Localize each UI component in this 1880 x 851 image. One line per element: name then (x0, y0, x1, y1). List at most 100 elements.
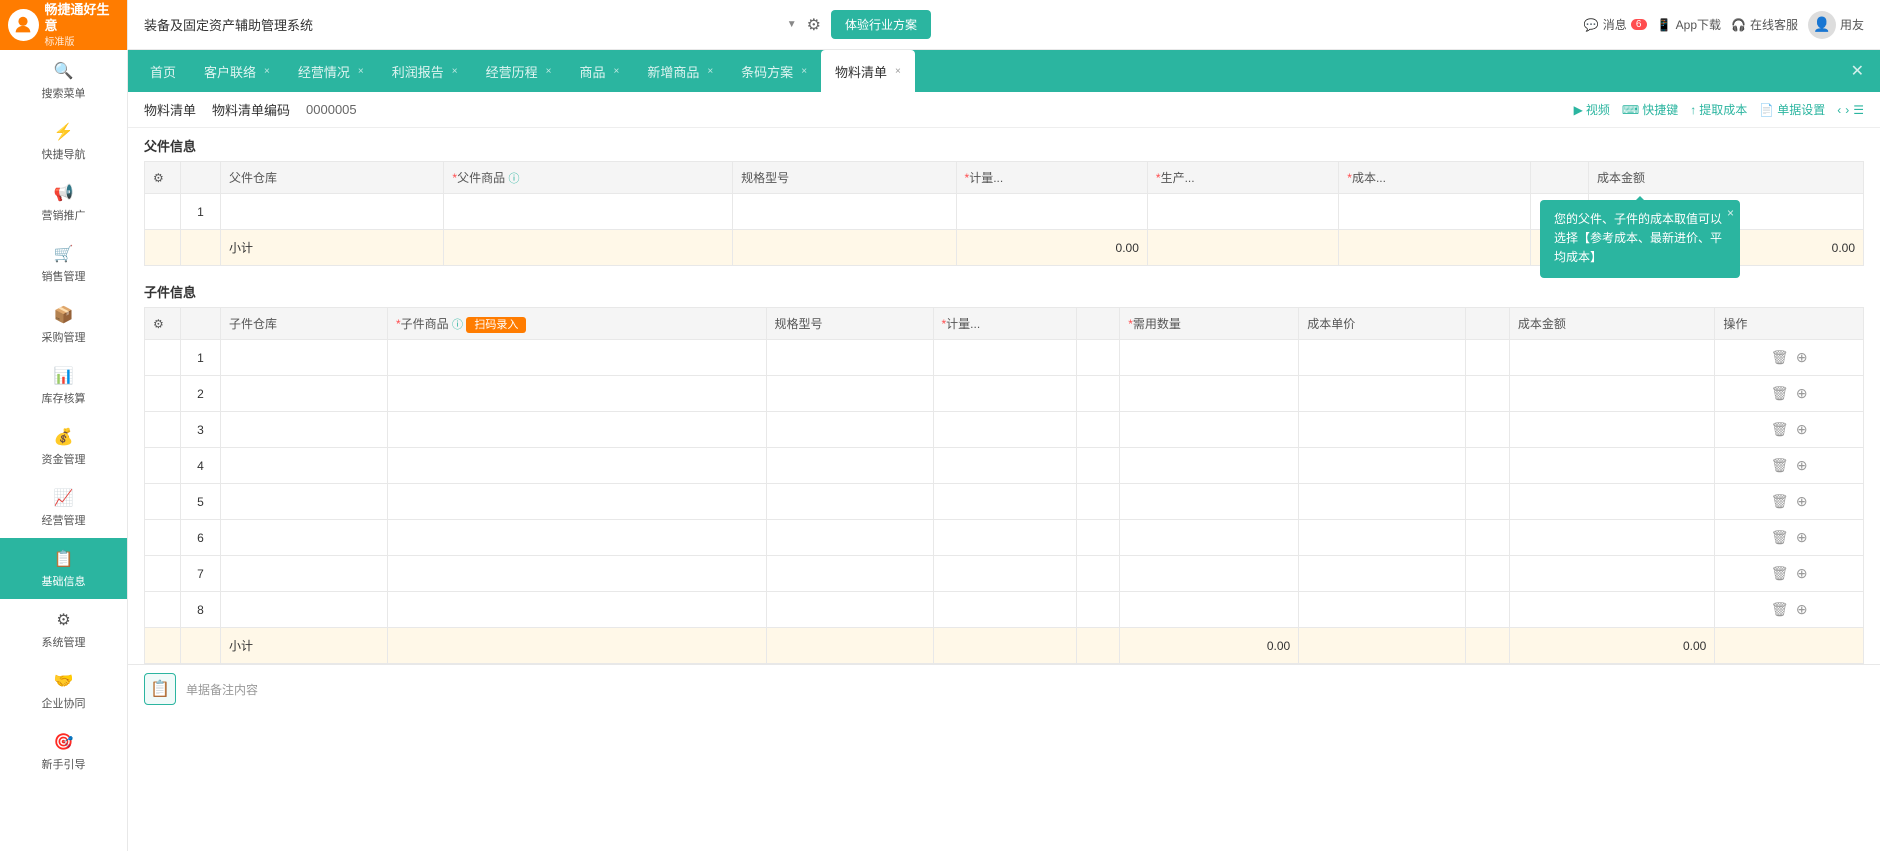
ctr6-measure[interactable] (933, 520, 1076, 556)
tab-profit[interactable]: 利润报告 × (378, 50, 472, 92)
tab-operations[interactable]: 经营情况 × (284, 50, 378, 92)
ctr5-goods[interactable] (388, 484, 767, 520)
tab-barcode[interactable]: 条码方案 × (727, 50, 821, 92)
sidebar-item-sales[interactable]: 🛒 销售管理 (0, 233, 127, 294)
tab-goods[interactable]: 商品 × (565, 50, 633, 92)
experience-button[interactable]: 体验行业方案 (831, 10, 931, 39)
ctr2-warehouse[interactable] (221, 376, 388, 412)
parent-row-1-production[interactable] (1147, 194, 1338, 230)
single-settings-action[interactable]: 📄 单据设置 (1759, 101, 1825, 118)
tab-customer[interactable]: 客户联络 × (190, 50, 284, 92)
tab-home[interactable]: 首页 (136, 50, 190, 92)
sidebar-item-quicknav[interactable]: ⚡ 快捷导航 (0, 111, 127, 172)
tab-history[interactable]: 经营历程 × (472, 50, 566, 92)
ctr8-goods[interactable] (388, 592, 767, 628)
ctr4-delete[interactable]: 🗑 (1771, 457, 1789, 473)
ctr7-copy[interactable]: ⊕ (1796, 565, 1808, 581)
ctr5-warehouse[interactable] (221, 484, 388, 520)
ctr4-warehouse[interactable] (221, 448, 388, 484)
ctr5-copy[interactable]: ⊕ (1796, 493, 1808, 509)
tab-history-close[interactable]: × (546, 66, 552, 77)
extract-cost-action[interactable]: ↑ 提取成本 (1690, 101, 1747, 118)
ctr2-copy[interactable]: ⊕ (1796, 385, 1808, 401)
sub-tab-bom-code[interactable]: 物料清单编码 (212, 100, 290, 119)
ctr1-unit-cost[interactable] (1299, 340, 1466, 376)
ctr5-measure[interactable] (933, 484, 1076, 520)
ctr7-goods[interactable] (388, 556, 767, 592)
ctr3-measure[interactable] (933, 412, 1076, 448)
ctr1-delete[interactable]: 🗑 (1771, 349, 1789, 365)
view-action[interactable]: ▶ 视频 (1574, 101, 1610, 118)
ctr4-copy[interactable]: ⊕ (1796, 457, 1808, 473)
ctr3-delete[interactable]: 🗑 (1771, 421, 1789, 437)
ctr2-qty[interactable] (1120, 376, 1299, 412)
sidebar-item-purchase[interactable]: 📦 采购管理 (0, 294, 127, 355)
system-dropdown-arrow[interactable]: ▼ (787, 19, 797, 30)
nav-next[interactable]: › (1845, 103, 1849, 117)
tab-goods-close[interactable]: × (613, 66, 619, 77)
ctr7-warehouse[interactable] (221, 556, 388, 592)
ctr4-qty[interactable] (1120, 448, 1299, 484)
parent-row-1-goods[interactable] (444, 194, 733, 230)
sidebar-item-system[interactable]: ⚙ 系统管理 (0, 599, 127, 660)
ctr3-copy[interactable]: ⊕ (1796, 421, 1808, 437)
note-hint[interactable]: 单据备注内容 (186, 681, 258, 698)
sidebar-item-marketing[interactable]: 📢 营销推广 (0, 172, 127, 233)
tooltip-close[interactable]: × (1727, 204, 1734, 223)
ctr1-copy[interactable]: ⊕ (1796, 349, 1808, 365)
ctr5-qty[interactable] (1120, 484, 1299, 520)
ctr1-measure[interactable] (933, 340, 1076, 376)
parent-row-1-measure[interactable] (956, 194, 1147, 230)
parent-row-1-warehouse[interactable] (221, 194, 444, 230)
ctr4-measure[interactable] (933, 448, 1076, 484)
tab-new-goods[interactable]: 新增商品 × (633, 50, 727, 92)
ctr8-measure[interactable] (933, 592, 1076, 628)
ctr6-copy[interactable]: ⊕ (1796, 529, 1808, 545)
ctr7-delete[interactable]: 🗑 (1771, 565, 1789, 581)
ctr5-spec[interactable] (766, 484, 933, 520)
ctr2-goods[interactable] (388, 376, 767, 412)
ctr7-unit-cost[interactable] (1299, 556, 1466, 592)
ctr1-spec[interactable] (766, 340, 933, 376)
close-all-tabs[interactable]: ✕ (1843, 61, 1872, 81)
ctr4-unit-cost[interactable] (1299, 448, 1466, 484)
user-menu[interactable]: 👤 用友 (1808, 11, 1864, 39)
tab-profit-close[interactable]: × (452, 66, 458, 77)
tab-barcode-close[interactable]: × (801, 66, 807, 77)
ctr8-copy[interactable]: ⊕ (1796, 601, 1808, 617)
ctr6-unit-cost[interactable] (1299, 520, 1466, 556)
app-download-button[interactable]: 📱 App下载 (1657, 16, 1721, 33)
ctr4-goods[interactable] (388, 448, 767, 484)
ctr6-spec[interactable] (766, 520, 933, 556)
sidebar-item-inventory[interactable]: 📊 库存核算 (0, 355, 127, 416)
scan-button[interactable]: 扫码录入 (466, 317, 526, 333)
settings-icon[interactable]: ⚙ (807, 15, 821, 35)
tab-new-goods-close[interactable]: × (707, 66, 713, 77)
ctr2-delete[interactable]: 🗑 (1771, 385, 1789, 401)
sidebar-item-finance[interactable]: 💰 资金管理 (0, 416, 127, 477)
ctr7-qty[interactable] (1120, 556, 1299, 592)
message-button[interactable]: 💬 消息 6 (1584, 16, 1647, 33)
ctr8-spec[interactable] (766, 592, 933, 628)
ctr6-warehouse[interactable] (221, 520, 388, 556)
ctr4-spec[interactable] (766, 448, 933, 484)
sidebar-item-basics[interactable]: 📋 基础信息 (0, 538, 127, 599)
ctr3-spec[interactable] (766, 412, 933, 448)
ctr6-goods[interactable] (388, 520, 767, 556)
ctr2-measure[interactable] (933, 376, 1076, 412)
ctr3-qty[interactable] (1120, 412, 1299, 448)
sidebar-item-guide[interactable]: 🎯 新手引导 (0, 721, 127, 782)
ctr2-unit-cost[interactable] (1299, 376, 1466, 412)
tab-bom-close[interactable]: × (895, 66, 901, 77)
ctr8-warehouse[interactable] (221, 592, 388, 628)
tab-bom[interactable]: 物料清单 × (821, 50, 915, 92)
parent-row-1-cost[interactable] (1339, 194, 1530, 230)
ctr8-unit-cost[interactable] (1299, 592, 1466, 628)
sidebar-item-operations[interactable]: 📈 经营管理 (0, 477, 127, 538)
sidebar-item-search[interactable]: 🔍 搜索菜单 (0, 50, 127, 111)
note-icon[interactable]: 📋 (144, 673, 176, 705)
ctr2-spec[interactable] (766, 376, 933, 412)
ctr6-qty[interactable] (1120, 520, 1299, 556)
online-service-button[interactable]: 🎧 在线客服 (1731, 16, 1798, 33)
ctr3-unit-cost[interactable] (1299, 412, 1466, 448)
